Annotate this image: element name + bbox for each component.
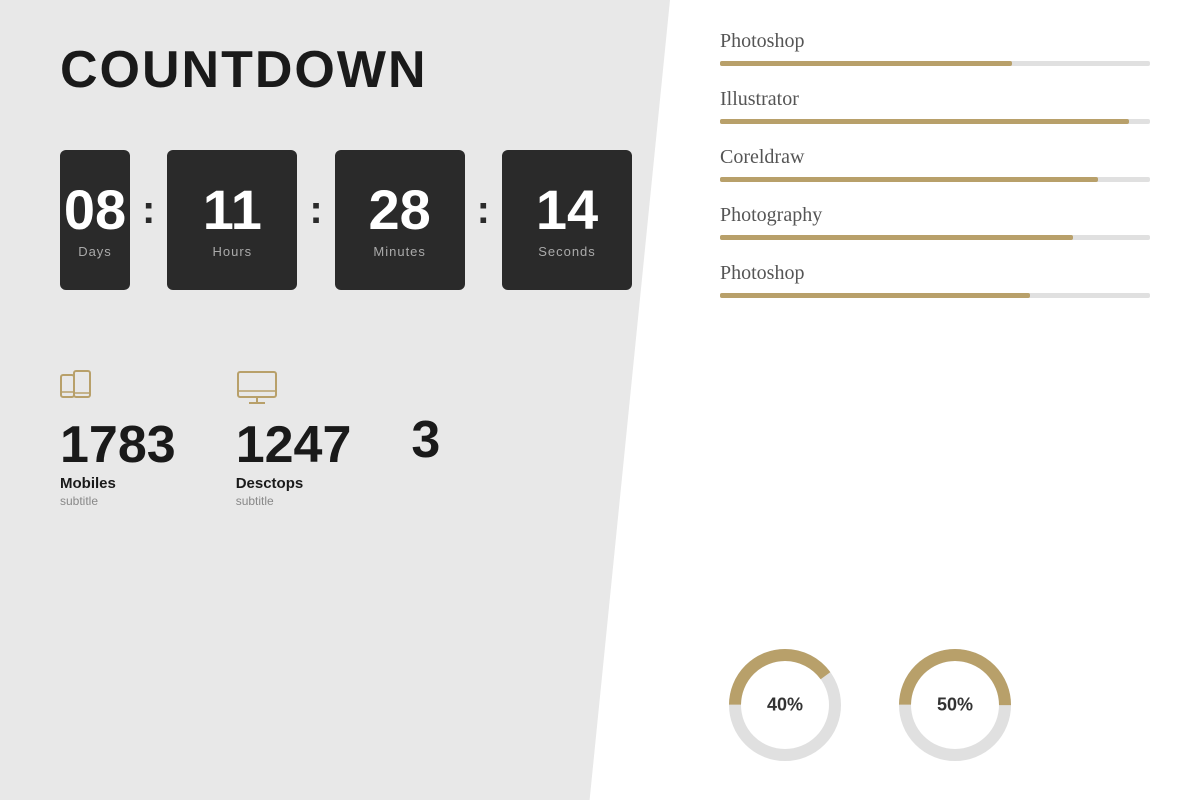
stat-third: 3 [411,370,441,466]
desktops-number: 1247 [236,419,352,471]
stats-row: 1783 Mobiles subtitle 1247 Desctops subt… [60,370,610,508]
days-number: 08 [64,182,126,238]
desktops-subtitle: subtitle [236,494,274,508]
seconds-label: Seconds [538,244,596,259]
skills-section: Photoshop Illustrator Coreldraw Photogra… [720,30,1150,620]
skill-item: Coreldraw [720,146,1150,182]
skill-item: Photoshop [720,30,1150,66]
hours-number: 11 [203,182,262,238]
skill-name-3: Photography [720,204,1150,227]
skill-item: Photography [720,204,1150,240]
donut-label-1: 50% [937,695,973,716]
donut-chart-1: 50% [890,640,1020,770]
countdown-title: COUNTDOWN [60,40,610,100]
skill-bar-bg-4 [720,293,1150,298]
skill-bar-bg-3 [720,235,1150,240]
skill-bar-bg-1 [720,119,1150,124]
skill-item: Illustrator [720,88,1150,124]
colon-2: : [309,188,322,233]
donut-section: 40% 50% [720,620,1150,770]
skill-bar-bg-0 [720,61,1150,66]
colon-3: : [477,188,490,233]
timer-block-seconds: 14 Seconds [502,150,632,290]
minutes-number: 28 [369,182,431,238]
left-panel: COUNTDOWN 08 Days : 11 Hours : 28 Minute… [0,0,670,800]
seconds-number: 14 [536,182,598,238]
donut-item-0: 40% [720,640,850,770]
mobile-icon [60,370,100,411]
days-label: Days [78,244,112,259]
timer-block-minutes: 28 Minutes [335,150,465,290]
skill-bar-bg-2 [720,177,1150,182]
third-number: 3 [411,414,440,466]
skill-name-1: Illustrator [720,88,1150,111]
timer-row: 08 Days : 11 Hours : 28 Minutes : 14 Sec… [60,150,610,290]
stat-desktops: 1247 Desctops subtitle [236,370,352,508]
right-panel: Photoshop Illustrator Coreldraw Photogra… [670,0,1200,800]
skill-name-4: Photoshop [720,262,1150,285]
skill-bar-fill-1 [720,119,1129,124]
minutes-label: Minutes [373,244,426,259]
skill-bar-fill-2 [720,177,1098,182]
donut-chart-0: 40% [720,640,850,770]
mobiles-title: Mobiles [60,475,116,492]
timer-block-hours: 11 Hours [167,150,297,290]
skill-bar-fill-0 [720,61,1012,66]
donut-label-0: 40% [767,695,803,716]
desktop-icon [236,370,280,411]
skill-item: Photoshop [720,262,1150,298]
skill-name-0: Photoshop [720,30,1150,53]
skill-name-2: Coreldraw [720,146,1150,169]
skill-bar-fill-4 [720,293,1030,298]
desktops-title: Desctops [236,475,304,492]
hours-label: Hours [212,244,252,259]
mobiles-number: 1783 [60,419,176,471]
timer-block-days: 08 Days [60,150,130,290]
skill-bar-fill-3 [720,235,1073,240]
other-icon [411,370,441,406]
stat-mobiles: 1783 Mobiles subtitle [60,370,176,508]
donut-item-1: 50% [890,640,1020,770]
colon-1: : [142,188,155,233]
mobiles-subtitle: subtitle [60,494,98,508]
